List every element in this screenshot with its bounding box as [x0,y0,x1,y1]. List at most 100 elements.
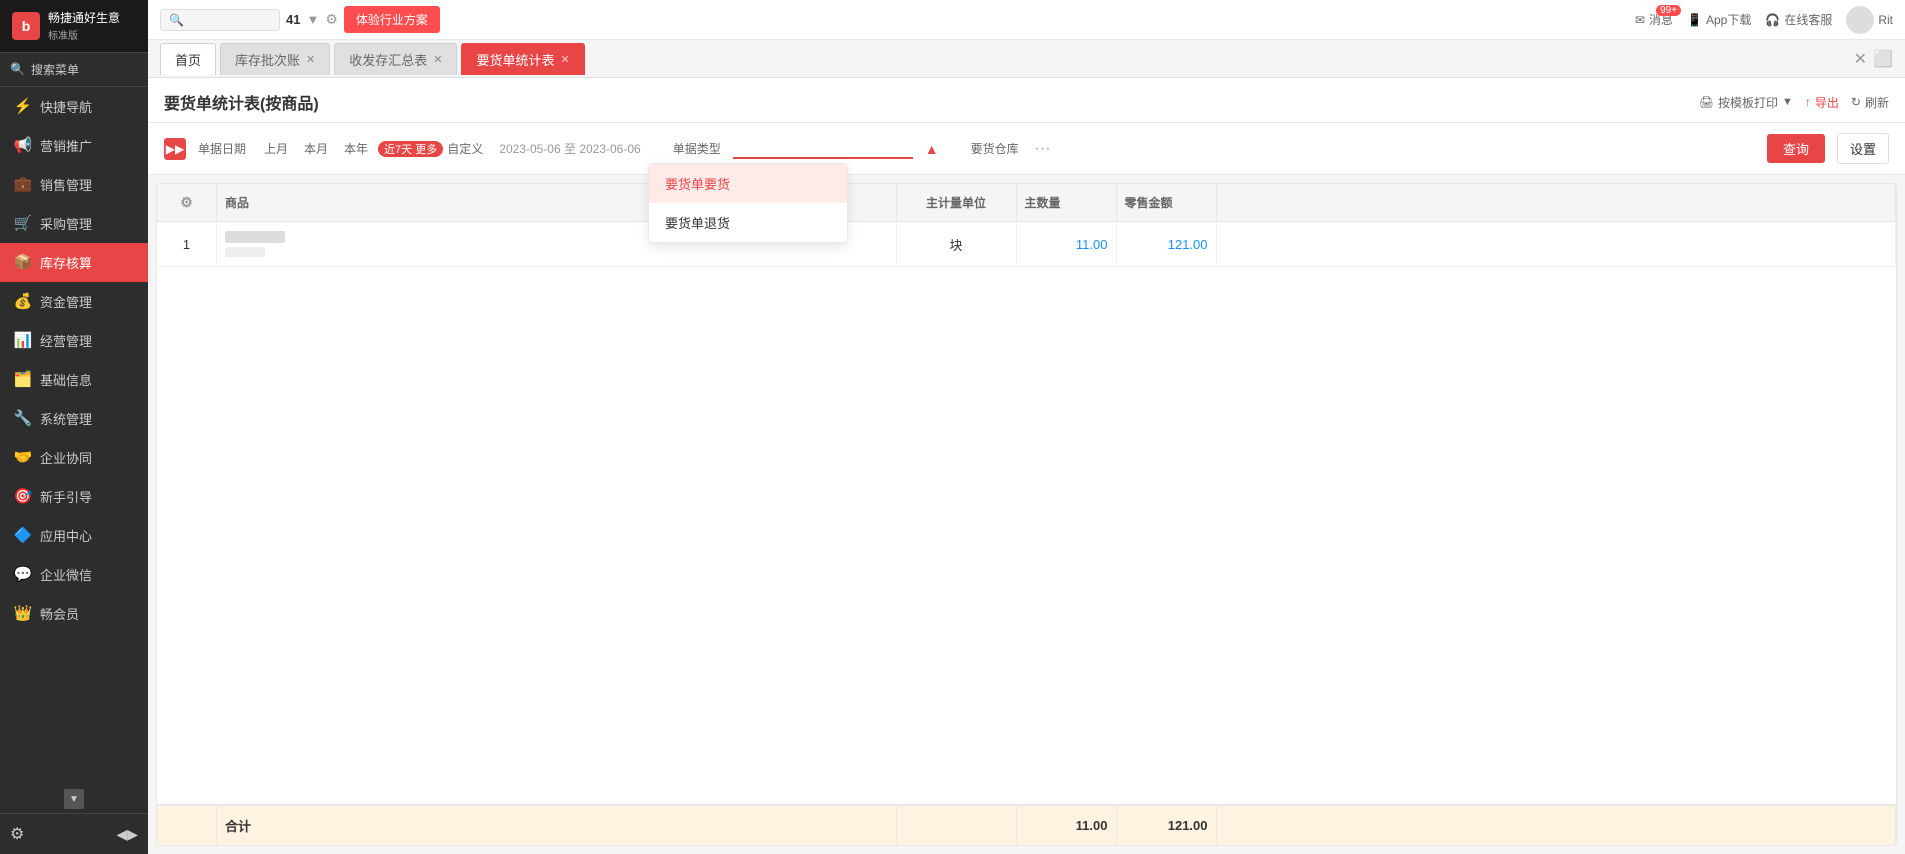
collapse-icon[interactable]: ◀▶ [116,826,138,843]
date-btn-this-year[interactable]: 本年 [338,138,374,159]
user-avatar-area[interactable]: Rit [1846,6,1893,34]
tab-home[interactable]: 首页 [160,43,216,75]
cta-button[interactable]: 体验行业方案 [344,6,440,33]
warehouse-more-btn[interactable]: ··· [1035,140,1051,158]
sidebar-item-coop[interactable]: 🤝 企业协同 [0,438,148,477]
sidebar-item-operation[interactable]: 📊 经营管理 [0,321,148,360]
main-area: 🔍 41 ▼ ⚙ 体验行业方案 ✉ 消息 99+ 📱 App下载 🎧 在线客服 [148,0,1905,854]
tab-order-stat[interactable]: 要货单统计表 ✕ [461,43,584,75]
service-icon: 🎧 [1765,13,1780,27]
query-button[interactable]: 查询 [1767,134,1825,163]
date-more-badge[interactable]: 近7天 更多 [378,141,443,157]
date-btn-last-month[interactable]: 上月 [258,138,294,159]
th-extra [1217,184,1897,221]
sidebar-scroll-down[interactable]: ▼ [64,789,84,809]
tf-amount: 121.00 [1117,806,1217,845]
operation-icon: 📊 [14,331,32,349]
store-number: 41 [286,12,300,27]
dropdown-item-order-return[interactable]: 要货单退货 [649,203,847,242]
system-icon: 🔧 [14,409,32,427]
tab-batch[interactable]: 库存批次账 ✕ [220,43,330,75]
export-icon: ↑ [1805,95,1811,109]
sidebar-item-member[interactable]: 👑 畅会员 [0,594,148,633]
filter-expand-button[interactable]: ▶▶ [164,138,186,160]
sidebar-item-wechat[interactable]: 💬 企业微信 [0,555,148,594]
print-icon: 🖨 [1699,95,1714,109]
tf-empty2 [897,806,1017,845]
message-icon: ✉ [1635,13,1645,27]
date-custom-btn[interactable]: 自定义 [447,140,483,157]
brand-sub: 标准版 [48,27,120,42]
nav-label-coop: 企业协同 [40,448,92,467]
sidebar: b 畅捷通好生意 标准版 🔍 搜索菜单 ⚡ 快捷导航 📢 营销推广 💼 销售管理… [0,0,148,854]
column-settings-icon[interactable]: ⚙ [180,194,193,211]
tab-receivable[interactable]: 收发存汇总表 ✕ [334,43,457,75]
tab-order-stat-close[interactable]: ✕ [561,53,570,66]
date-filter-label: 单据日期 [198,140,246,157]
messages-button[interactable]: ✉ 消息 99+ [1635,11,1673,28]
appstore-icon: 🔷 [14,526,32,544]
type-filter-chevron-up-icon[interactable]: ▲ [925,141,939,157]
filter-settings-button[interactable]: 设置 [1837,133,1889,164]
refresh-button[interactable]: ↻ 刷新 [1851,94,1889,111]
tab-batch-close[interactable]: ✕ [306,53,315,66]
tab-expand-icon[interactable]: ⬜ [1873,49,1893,69]
topbar: 🔍 41 ▼ ⚙ 体验行业方案 ✉ 消息 99+ 📱 App下载 🎧 在线客服 [148,0,1905,40]
logo-icon: b [12,12,40,40]
nav-label-member: 畅会员 [40,604,79,623]
member-icon: 👑 [14,604,32,622]
topbar-gear-icon[interactable]: ⚙ [325,11,338,28]
finance-icon: 💰 [14,292,32,310]
tab-home-label: 首页 [175,50,201,69]
sidebar-item-sales[interactable]: 💼 销售管理 [0,165,148,204]
app-download-button[interactable]: 📱 App下载 [1687,11,1751,28]
chevron-down-icon[interactable]: ▼ [306,12,319,27]
sidebar-item-inventory[interactable]: 📦 库存核算 [0,243,148,282]
th-qty: 主数量 [1017,184,1117,221]
user-name: Rit [1878,13,1893,27]
page-content: 要货单统计表(按商品) 🖨 按模板打印 ▼ ↑ 导出 ↻ 刷新 ▶▶ [148,78,1905,854]
coop-icon: 🤝 [14,448,32,466]
sidebar-search-button[interactable]: 🔍 搜索菜单 [10,61,138,78]
tf-empty1 [157,806,217,845]
sidebar-search-area[interactable]: 🔍 搜索菜单 [0,53,148,87]
date-btn-this-month[interactable]: 本月 [298,138,334,159]
inventory-icon: 📦 [14,253,32,271]
sidebar-item-marketing[interactable]: 📢 营销推广 [0,126,148,165]
sidebar-item-quicknav[interactable]: ⚡ 快捷导航 [0,87,148,126]
sidebar-item-finance[interactable]: 💰 资金管理 [0,282,148,321]
table-area: ⚙ 商品 主计量单位 主数量 零售金额 1 [156,183,1897,846]
td-extra-1 [1217,222,1897,266]
page-header-actions: 🖨 按模板打印 ▼ ↑ 导出 ↻ 刷新 [1699,94,1889,111]
export-button[interactable]: ↑ 导出 [1805,94,1839,111]
nav-label-quicknav: 快捷导航 [40,97,92,116]
sidebar-item-basic[interactable]: 🗂️ 基础信息 [0,360,148,399]
nav-label-marketing: 营销推广 [40,136,92,155]
product-code-placeholder [225,247,265,257]
messages-badge: 99+ [1656,5,1681,16]
dropdown-item-order-goods[interactable]: 要货单要货 [649,164,847,203]
nav-label-purchase: 采购管理 [40,214,92,233]
nav-label-inventory: 库存核算 [40,253,92,272]
sidebar-item-guide[interactable]: 🎯 新手引导 [0,477,148,516]
tab-batch-label: 库存批次账 [235,50,300,69]
sidebar-item-purchase[interactable]: 🛒 采购管理 [0,204,148,243]
th-settings[interactable]: ⚙ [157,184,217,221]
amount-link-1[interactable]: 121.00 [1168,237,1208,252]
qty-link-1[interactable]: 11.00 [1076,237,1108,252]
print-button[interactable]: 🖨 按模板打印 ▼ [1699,94,1793,111]
type-filter-input[interactable] [733,139,913,159]
tab-receivable-close[interactable]: ✕ [433,53,442,66]
topbar-right: ✉ 消息 99+ 📱 App下载 🎧 在线客服 Rit [1635,6,1893,34]
date-range-display: 2023-05-06 至 2023-06-06 [499,140,640,157]
nav-label-basic: 基础信息 [40,370,92,389]
sidebar-item-appstore[interactable]: 🔷 应用中心 [0,516,148,555]
quicknav-icon: ⚡ [14,97,32,115]
warehouse-filter-label: 要货仓库 [971,140,1019,157]
search-icon: 🔍 [10,62,25,76]
product-info-1 [225,231,285,257]
tab-close-all-icon[interactable]: ✕ [1854,49,1867,69]
settings-icon[interactable]: ⚙ [10,824,24,844]
sidebar-item-system[interactable]: 🔧 系统管理 [0,399,148,438]
online-service-button[interactable]: 🎧 在线客服 [1765,11,1832,28]
